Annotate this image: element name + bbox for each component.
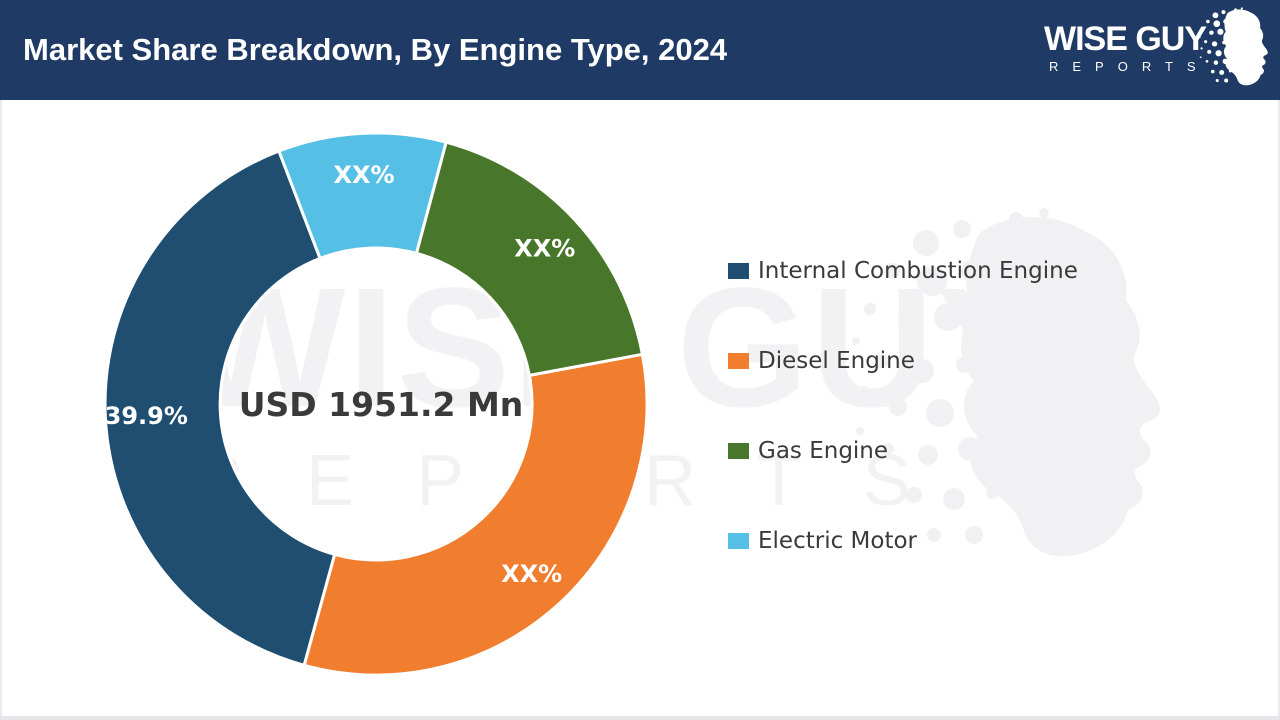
segment-value-label-internal-combustion-engine: 39.9% bbox=[105, 402, 188, 430]
segment-value-label-diesel-engine: XX% bbox=[501, 560, 562, 588]
legend-label-diesel-engine: Diesel Engine bbox=[758, 348, 915, 374]
legend-item-gas-engine: Gas Engine bbox=[728, 437, 1078, 465]
donut-chart: 39.9% XX% XX% XX% USD 1951.2 Mn bbox=[103, 131, 649, 677]
segment-value-label-electric-motor: XX% bbox=[333, 161, 394, 189]
legend-swatch-gas-engine bbox=[728, 443, 749, 459]
legend-item-diesel-engine: Diesel Engine bbox=[728, 347, 1078, 375]
donut-center-value: USD 1951.2 Mn bbox=[239, 385, 524, 424]
chart-legend: Internal Combustion Engine Diesel Engine G… bbox=[728, 257, 1078, 555]
legend-label-internal-combustion-engine: Internal Combustion Engine bbox=[758, 258, 1078, 284]
legend-label-gas-engine: Gas Engine bbox=[758, 438, 889, 464]
infographic-root: Market Share Breakdown, By Engine Type, … bbox=[0, 0, 1280, 720]
header-bar: Market Share Breakdown, By Engine Type, … bbox=[0, 0, 1280, 100]
legend-item-internal-combustion-engine: Internal Combustion Engine bbox=[728, 257, 1078, 285]
wiseguy-head-icon bbox=[1198, 7, 1268, 86]
page-title: Market Share Breakdown, By Engine Type, … bbox=[23, 32, 728, 67]
logo-wordmark: WISE GUY bbox=[1044, 20, 1207, 58]
legend-swatch-electric-motor bbox=[728, 533, 749, 549]
legend-label-electric-motor: Electric Motor bbox=[758, 528, 918, 554]
legend-swatch-internal-combustion-engine bbox=[728, 263, 749, 279]
legend-swatch-diesel-engine bbox=[728, 353, 749, 369]
logo-subtext: REPORTS bbox=[1049, 59, 1210, 74]
left-border bbox=[0, 100, 2, 720]
segment-value-label-gas-engine: XX% bbox=[514, 234, 575, 262]
legend-item-electric-motor: Electric Motor bbox=[728, 527, 1078, 555]
bottom-border bbox=[0, 716, 1280, 720]
